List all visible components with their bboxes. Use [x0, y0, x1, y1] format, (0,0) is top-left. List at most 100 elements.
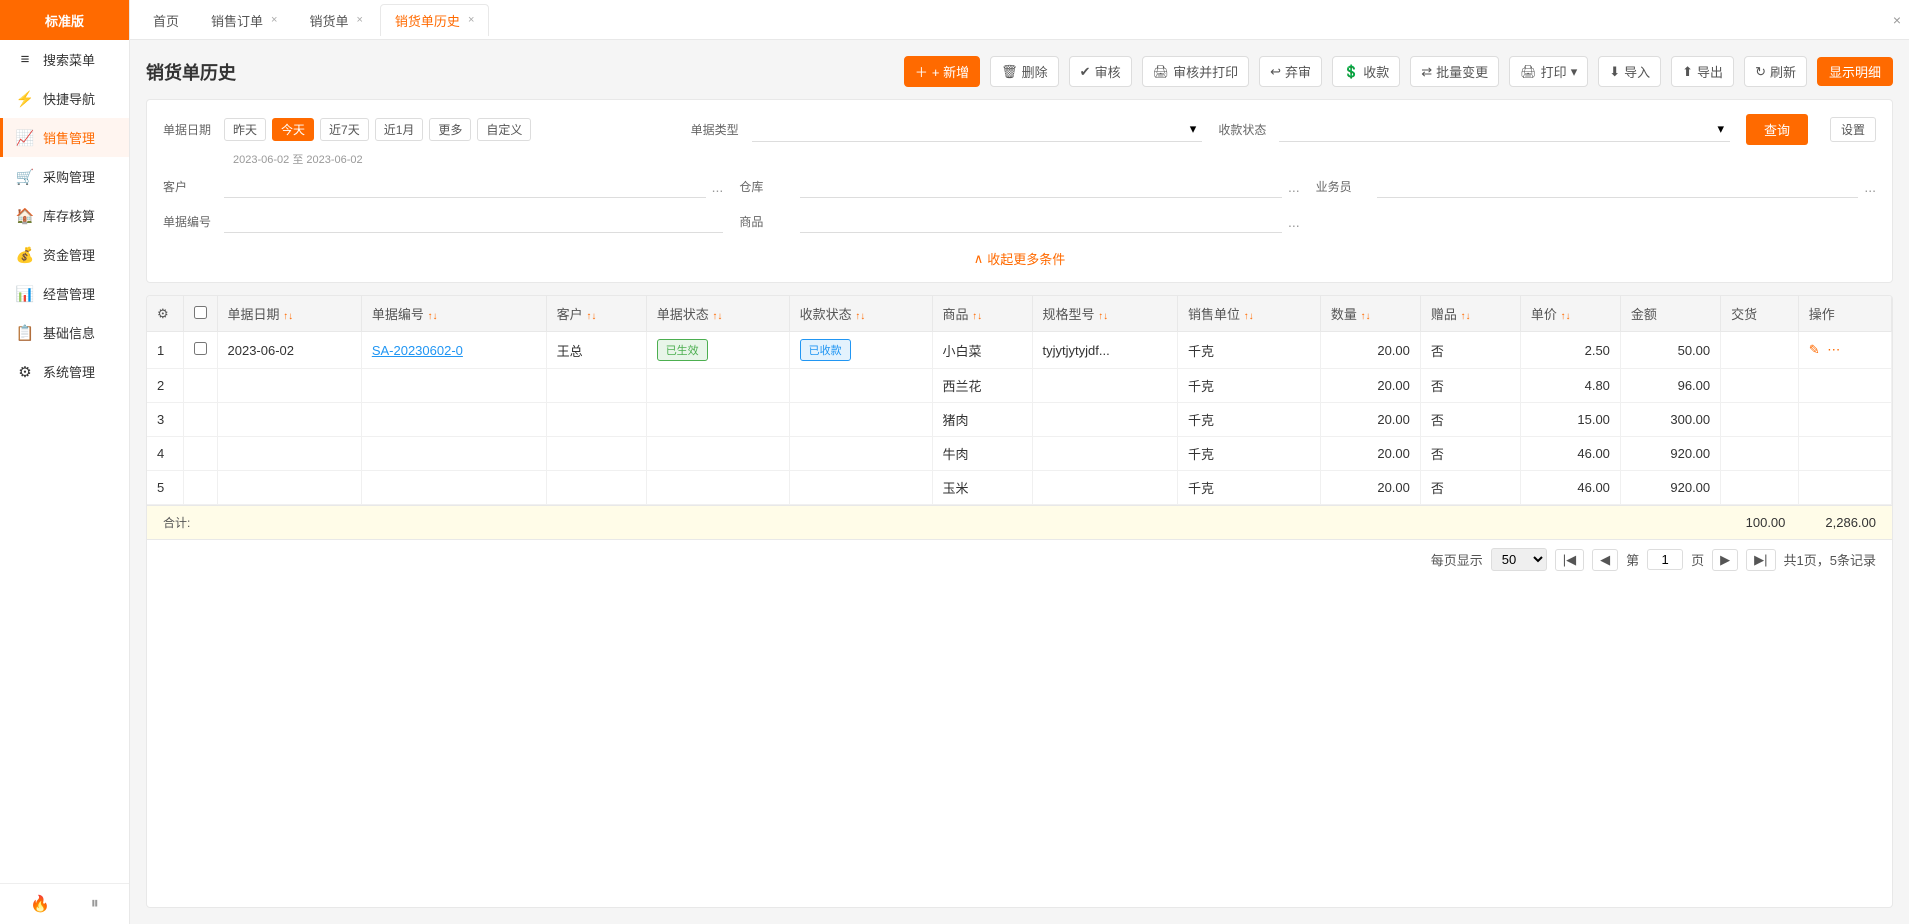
sidebar-item-search-menu[interactable]: ≡ 搜索菜单: [0, 40, 129, 79]
cell-amount: 50.00: [1620, 332, 1720, 369]
filter-product-input[interactable]: [800, 210, 1282, 233]
cell-checkbox: [183, 403, 217, 437]
col-doc-no[interactable]: 单据编号 ↑↓: [361, 296, 546, 332]
date-btn-1month[interactable]: 近1月: [375, 118, 424, 141]
col-unit[interactable]: 销售单位 ↑↓: [1177, 296, 1320, 332]
tab-sales-history-close[interactable]: ×: [468, 14, 474, 26]
sidebar-bottom-icon1[interactable]: 🔥: [30, 894, 50, 914]
new-icon: ＋: [915, 62, 928, 81]
collect-button[interactable]: 💲 收款: [1332, 56, 1400, 87]
date-btn-more[interactable]: 更多: [429, 118, 471, 141]
first-page-btn[interactable]: |◀: [1555, 549, 1584, 571]
row-checkbox[interactable]: [194, 342, 207, 355]
col-customer[interactable]: 客户 ↑↓: [546, 296, 646, 332]
filter-customer-input[interactable]: [224, 175, 706, 198]
edit-action-btn[interactable]: ✎: [1809, 342, 1820, 357]
more-action-btn[interactable]: ⋯: [1827, 342, 1840, 357]
col-settings[interactable]: ⚙: [147, 296, 183, 332]
cell-amount: 920.00: [1620, 437, 1720, 471]
col-product[interactable]: 商品 ↑↓: [932, 296, 1032, 332]
prev-page-btn[interactable]: ◀: [1592, 549, 1618, 571]
col-checkbox[interactable]: [183, 296, 217, 332]
col-qty[interactable]: 数量 ↑↓: [1320, 296, 1420, 332]
sidebar-item-purchase-mgmt[interactable]: 🛒 采购管理: [0, 157, 129, 196]
sidebar-item-label: 经营管理: [43, 284, 95, 303]
cell-payment-status: [789, 437, 932, 471]
payment-status-badge: 已收款: [800, 339, 851, 361]
cell-doc-date: [217, 471, 361, 505]
filter-payment-select[interactable]: ▾: [1279, 117, 1730, 142]
sidebar-item-operations[interactable]: 📊 经营管理: [0, 274, 129, 313]
query-button[interactable]: 查询: [1746, 114, 1808, 145]
date-btn-custom[interactable]: 自定义: [477, 118, 531, 141]
col-price[interactable]: 单价 ↑↓: [1520, 296, 1620, 332]
col-payment-status[interactable]: 收款状态 ↑↓: [789, 296, 932, 332]
sidebar-item-label: 搜索菜单: [43, 50, 95, 69]
filter-employee: 业务员 ...: [1316, 175, 1876, 198]
tab-home[interactable]: 首页: [138, 4, 194, 36]
page-number-input[interactable]: [1647, 549, 1683, 570]
tab-sales-order[interactable]: 销售订单 ×: [196, 4, 292, 36]
sidebar-item-sys-mgmt[interactable]: ⚙ 系统管理: [0, 352, 129, 391]
cell-action: [1798, 369, 1891, 403]
last-page-btn[interactable]: ▶|: [1746, 549, 1775, 571]
export-button[interactable]: ⬆ 导出: [1671, 56, 1734, 87]
sidebar-bottom-icon2[interactable]: ⏸: [91, 895, 99, 913]
warehouse-select-btn[interactable]: ...: [1288, 179, 1300, 195]
new-button[interactable]: ＋ + 新增: [904, 56, 980, 87]
approve-button[interactable]: ✔ 审核: [1069, 56, 1132, 87]
filter-row-1: 单据日期 昨天 今天 近7天 近1月 更多 自定义 单据类型 ▾: [163, 114, 1876, 145]
product-select-btn[interactable]: ...: [1288, 214, 1300, 230]
tab-sales-delivery[interactable]: 销货单 ×: [294, 4, 377, 36]
refresh-icon: ↻: [1755, 64, 1766, 80]
table-footer: 合计: 100.00 2,286.00: [147, 505, 1892, 539]
employee-select-btn[interactable]: ...: [1864, 179, 1876, 195]
sidebar-item-sales-mgmt[interactable]: 📈 销售管理: [0, 118, 129, 157]
cell-spec: tyjytjytyjdf...: [1032, 332, 1177, 369]
discard-button[interactable]: ↩ 弃审: [1259, 56, 1322, 87]
approve-print-button[interactable]: 🖨 审核并打印: [1142, 56, 1250, 87]
select-all-checkbox[interactable]: [194, 306, 207, 319]
sort-doc-no-icon: ↑↓: [427, 311, 437, 322]
date-btn-7days[interactable]: 近7天: [320, 118, 369, 141]
next-page-btn[interactable]: ▶: [1712, 549, 1738, 571]
import-button[interactable]: ⬇ 导入: [1598, 56, 1661, 87]
col-spec-label: 规格型号: [1043, 307, 1095, 322]
sidebar-item-inventory[interactable]: 🏠 库存核算: [0, 196, 129, 235]
sidebar-item-base-info[interactable]: 📋 基础信息: [0, 313, 129, 352]
cell-customer: [546, 403, 646, 437]
filter-employee-input[interactable]: [1377, 175, 1859, 198]
tab-sales-history[interactable]: 销货单历史 ×: [380, 4, 489, 36]
col-delivery[interactable]: 交货: [1721, 296, 1799, 332]
display-detail-button[interactable]: 显示明细: [1817, 57, 1893, 86]
col-doc-date[interactable]: 单据日期 ↑↓: [217, 296, 361, 332]
sidebar-item-quick-nav[interactable]: ⚡ 快捷导航: [0, 79, 129, 118]
col-spec[interactable]: 规格型号 ↑↓: [1032, 296, 1177, 332]
date-range-text: 2023-06-02 至 2023-06-02: [233, 154, 363, 166]
doc-no-link[interactable]: SA-20230602-0: [372, 343, 463, 358]
tab-sales-delivery-close[interactable]: ×: [356, 14, 362, 26]
filter-doc-type-select[interactable]: ▾: [752, 117, 1203, 142]
print-button[interactable]: 🖨 打印 ▾: [1509, 56, 1588, 87]
col-gift[interactable]: 赠品 ↑↓: [1420, 296, 1520, 332]
tab-sales-order-close[interactable]: ×: [271, 14, 277, 26]
filter-warehouse-input[interactable]: [800, 175, 1282, 198]
filter-doc-no-input[interactable]: [224, 210, 723, 233]
import-icon: ⬇: [1609, 64, 1620, 80]
delete-button[interactable]: 🗑 删除: [990, 56, 1059, 87]
cell-doc-no: [361, 403, 546, 437]
close-all-tabs[interactable]: ×: [1893, 12, 1901, 28]
customer-select-btn[interactable]: ...: [712, 179, 724, 195]
batch-change-button[interactable]: ⇄ 批量变更: [1410, 56, 1499, 87]
date-btn-yesterday[interactable]: 昨天: [224, 118, 266, 141]
collapse-filter-btn[interactable]: ∧ 收起更多条件: [970, 245, 1070, 272]
date-btn-today[interactable]: 今天: [272, 118, 314, 141]
tab-sales-order-label: 销售订单: [211, 11, 263, 30]
settings-button[interactable]: 设置: [1830, 117, 1876, 142]
sidebar-item-finance[interactable]: 💰 资金管理: [0, 235, 129, 274]
page-size-select[interactable]: 50 20 100: [1491, 548, 1547, 571]
col-amount[interactable]: 金额: [1620, 296, 1720, 332]
cell-action: [1798, 403, 1891, 437]
refresh-button[interactable]: ↻ 刷新: [1744, 56, 1807, 87]
col-doc-status[interactable]: 单据状态 ↑↓: [646, 296, 789, 332]
